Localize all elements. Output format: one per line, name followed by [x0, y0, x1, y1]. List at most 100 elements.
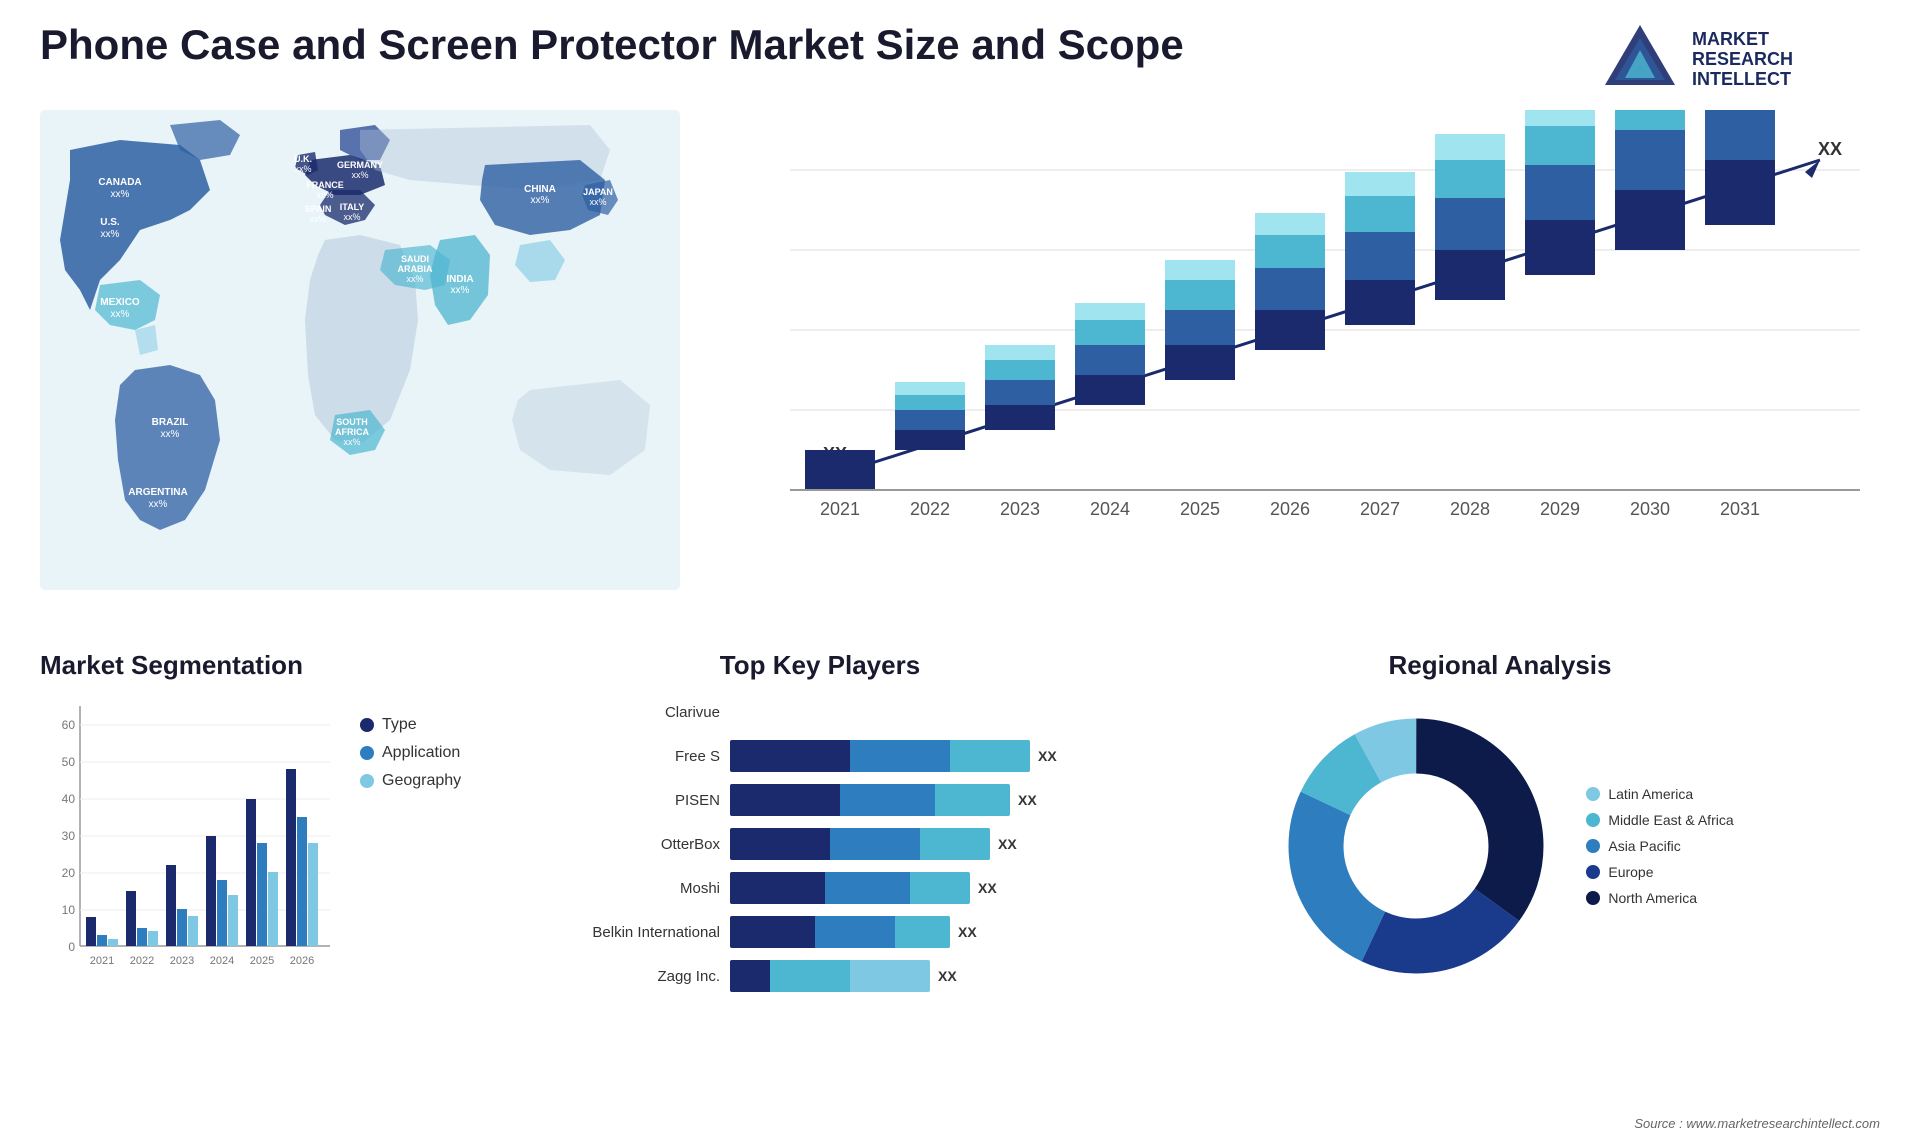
regional-section: Regional Analysis: [1120, 650, 1880, 1110]
player-bar-clarivue: [730, 696, 1080, 728]
svg-text:INDIA: INDIA: [446, 274, 473, 285]
svg-text:40: 40: [62, 792, 76, 806]
type-dot: [360, 718, 374, 732]
svg-text:2022: 2022: [130, 955, 154, 967]
player-zagg: Zagg Inc. XX: [560, 960, 1080, 992]
segmentation-title: Market Segmentation: [40, 650, 520, 681]
regional-donut-chart: [1266, 696, 1566, 996]
svg-text:2026: 2026: [290, 955, 314, 967]
svg-text:2025: 2025: [1180, 499, 1220, 519]
player-pisen: PISEN XX: [560, 784, 1080, 816]
regional-legend: Latin America Middle East & Africa Asia …: [1586, 786, 1733, 906]
map-section: CANADA xx% U.S. xx% MEXICO xx% BRAZIL xx…: [40, 110, 680, 630]
geography-dot: [360, 774, 374, 788]
svg-text:CHINA: CHINA: [524, 184, 556, 195]
main-content: CANADA xx% U.S. xx% MEXICO xx% BRAZIL xx…: [0, 110, 1920, 630]
page-title: Phone Case and Screen Protector Market S…: [40, 20, 1184, 70]
player-bar-frees: XX: [730, 740, 1080, 772]
svg-text:xx%: xx%: [351, 170, 368, 180]
svg-text:2024: 2024: [1090, 499, 1130, 519]
latin-america-label: Latin America: [1608, 786, 1693, 802]
svg-text:ITALY: ITALY: [340, 202, 365, 212]
svg-text:xx%: xx%: [294, 164, 311, 174]
player-name-moshi: Moshi: [560, 880, 720, 897]
key-players-title: Top Key Players: [560, 650, 1080, 681]
logo: MARKET RESEARCH INTELLECT: [1600, 20, 1880, 100]
svg-text:2026: 2026: [1270, 499, 1310, 519]
player-name-belkin: Belkin International: [560, 924, 720, 941]
svg-text:2031: 2031: [1720, 499, 1760, 519]
svg-text:AFRICA: AFRICA: [335, 427, 369, 437]
svg-text:20: 20: [62, 866, 76, 880]
svg-text:FRANCE: FRANCE: [306, 180, 344, 190]
source-text: Source : www.marketresearchintellect.com: [1634, 1116, 1880, 1131]
key-players-section: Top Key Players Clarivue Free S XX: [540, 650, 1100, 1110]
legend-middle-east: Middle East & Africa: [1586, 812, 1733, 828]
segmentation-chart: 0 10 20 30 40 50 60: [40, 696, 340, 996]
application-dot: [360, 746, 374, 760]
player-name-frees: Free S: [560, 748, 720, 765]
svg-text:MEXICO: MEXICO: [100, 297, 140, 308]
player-name-zagg: Zagg Inc.: [560, 968, 720, 985]
seg-legend-type: Type: [360, 716, 461, 734]
asia-pacific-label: Asia Pacific: [1608, 838, 1680, 854]
svg-text:xx%: xx%: [111, 189, 130, 200]
svg-text:xx%: xx%: [343, 437, 360, 447]
svg-text:2023: 2023: [1000, 499, 1040, 519]
logo-line2: RESEARCH: [1692, 50, 1793, 70]
svg-text:0: 0: [68, 940, 75, 954]
svg-text:2027: 2027: [1360, 499, 1400, 519]
asia-pacific-dot: [1586, 839, 1600, 853]
north-america-dot: [1586, 891, 1600, 905]
bar-chart-section: XX XX XX XX XX XX XX XX XX XX XX: [700, 110, 1880, 630]
middle-east-label: Middle East & Africa: [1608, 812, 1733, 828]
seg-legend-application: Application: [360, 744, 461, 762]
svg-text:xx%: xx%: [451, 285, 470, 296]
svg-text:60: 60: [62, 718, 76, 732]
svg-text:2021: 2021: [820, 499, 860, 519]
svg-text:JAPAN: JAPAN: [583, 187, 613, 197]
player-bar-moshi: XX: [730, 872, 1080, 904]
svg-text:xx%: xx%: [531, 195, 550, 206]
player-bar-zagg: XX: [730, 960, 1080, 992]
svg-text:10: 10: [62, 903, 76, 917]
player-moshi: Moshi XX: [560, 872, 1080, 904]
svg-text:XX: XX: [1818, 139, 1842, 159]
svg-text:U.K.: U.K.: [294, 154, 312, 164]
seg-legend: Type Application Geography: [360, 696, 461, 790]
logo-line1: MARKET: [1692, 30, 1793, 50]
svg-text:xx%: xx%: [149, 499, 168, 510]
world-map: CANADA xx% U.S. xx% MEXICO xx% BRAZIL xx…: [40, 110, 680, 590]
bottom-section: Market Segmentation 0 10 20 30 40 50 60: [0, 630, 1920, 1130]
page-header: Phone Case and Screen Protector Market S…: [0, 0, 1920, 110]
seg-legend-geography: Geography: [360, 772, 461, 790]
legend-europe: Europe: [1586, 864, 1733, 880]
regional-title: Regional Analysis: [1120, 650, 1880, 681]
svg-text:2028: 2028: [1450, 499, 1490, 519]
svg-text:2030: 2030: [1630, 499, 1670, 519]
svg-text:BRAZIL: BRAZIL: [152, 417, 189, 428]
svg-text:30: 30: [62, 829, 76, 843]
svg-text:SPAIN: SPAIN: [305, 204, 332, 214]
player-frees: Free S XX: [560, 740, 1080, 772]
player-name-otterbox: OtterBox: [560, 836, 720, 853]
svg-text:2029: 2029: [1540, 499, 1580, 519]
svg-text:2021: 2021: [90, 955, 114, 967]
svg-text:xx%: xx%: [309, 214, 326, 224]
application-label: Application: [382, 744, 460, 762]
legend-latin-america: Latin America: [1586, 786, 1733, 802]
legend-asia-pacific: Asia Pacific: [1586, 838, 1733, 854]
player-bar-belkin: XX: [730, 916, 1080, 948]
player-name-pisen: PISEN: [560, 792, 720, 809]
players-list: Clarivue Free S XX PISEN: [560, 696, 1080, 992]
europe-dot: [1586, 865, 1600, 879]
player-name-clarivue: Clarivue: [560, 704, 720, 721]
svg-text:xx%: xx%: [406, 274, 423, 284]
logo-line3: INTELLECT: [1692, 70, 1793, 90]
svg-text:2022: 2022: [910, 499, 950, 519]
player-bar-otterbox: XX: [730, 828, 1080, 860]
middle-east-dot: [1586, 813, 1600, 827]
logo-icon: [1600, 20, 1680, 100]
geography-label: Geography: [382, 772, 461, 790]
svg-text:xx%: xx%: [316, 190, 333, 200]
